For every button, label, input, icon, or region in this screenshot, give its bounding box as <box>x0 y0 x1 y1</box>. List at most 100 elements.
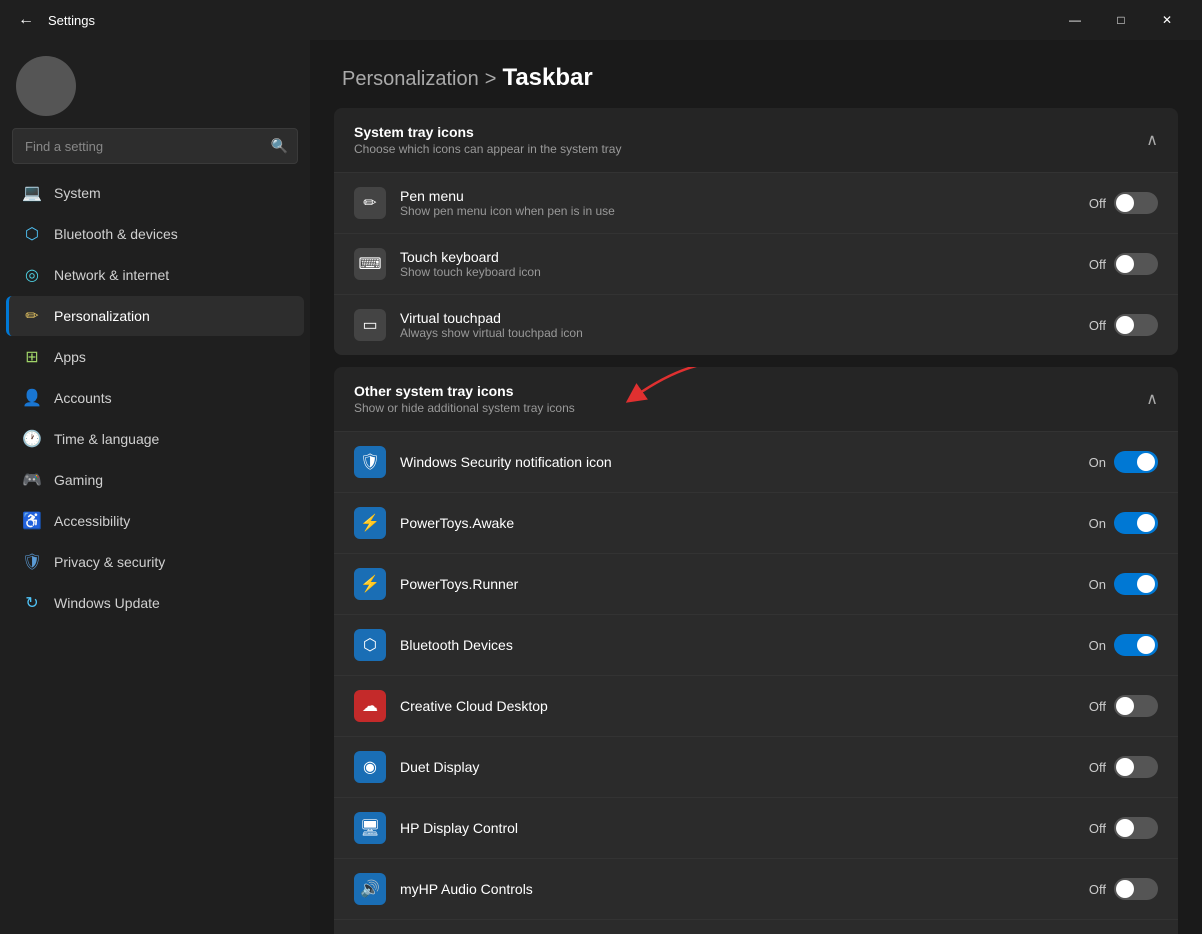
search-box: 🔍 <box>12 128 298 164</box>
toggle-virtual-touchpad[interactable] <box>1114 314 1158 336</box>
maximize-button[interactable]: □ <box>1098 0 1144 40</box>
sidebar-item-bluetooth[interactable]: ⬡ Bluetooth & devices <box>6 214 304 254</box>
nav-label-privacy: Privacy & security <box>54 554 165 570</box>
toggle-pen-menu[interactable] <box>1114 192 1158 214</box>
toggle-thumb-touch-keyboard <box>1116 255 1134 273</box>
nav-label-update: Windows Update <box>54 595 160 611</box>
setting-desc-touch-keyboard: Show touch keyboard icon <box>400 265 1075 279</box>
sidebar-item-update[interactable]: ↻ Windows Update <box>6 583 304 623</box>
setting-row-windows-security: 🛡 Windows Security notification icon On <box>334 431 1178 492</box>
toggle-thumb-creative-cloud <box>1116 697 1134 715</box>
section-title-system-tray-icons: System tray icons <box>354 124 621 140</box>
avatar <box>16 56 76 116</box>
section-header-system-tray-icons[interactable]: System tray icons Choose which icons can… <box>334 108 1178 172</box>
toggle-thumb-hp-display <box>1116 819 1134 837</box>
toggle-windows-security[interactable] <box>1114 451 1158 473</box>
window-controls: — □ ✕ <box>1052 0 1190 40</box>
setting-name-powertoys-runner: PowerToys.Runner <box>400 576 1075 592</box>
title-bar: ← Settings — □ ✕ <box>0 0 1202 40</box>
nav-icon-accessibility: ♿ <box>22 511 42 531</box>
close-button[interactable]: ✕ <box>1144 0 1190 40</box>
setting-name-virtual-touchpad: Virtual touchpad <box>400 310 1075 326</box>
collapse-icon-system-tray-icons: ∧ <box>1146 130 1158 150</box>
toggle-powertoys-runner[interactable] <box>1114 573 1158 595</box>
minimize-button[interactable]: — <box>1052 0 1098 40</box>
section-desc-system-tray-icons: Choose which icons can appear in the sys… <box>354 142 621 156</box>
sidebar-item-accounts[interactable]: 👤 Accounts <box>6 378 304 418</box>
toggle-hp-display[interactable] <box>1114 817 1158 839</box>
section-header-other-system-tray[interactable]: Other system tray icons Show or hide add… <box>334 367 1178 431</box>
sidebar: 🔍 💻 System ⬡ Bluetooth & devices ◎ Netwo… <box>0 40 310 934</box>
nav-icon-bluetooth: ⬡ <box>22 224 42 244</box>
toggle-thumb-pen-menu <box>1116 194 1134 212</box>
setting-icon-touch-keyboard: ⌨ <box>354 248 386 280</box>
setting-row-myhp-audio: 🔊 myHP Audio Controls Off <box>334 858 1178 919</box>
setting-name-touch-keyboard: Touch keyboard <box>400 249 1075 265</box>
setting-row-creative-cloud: ☁ Creative Cloud Desktop Off <box>334 675 1178 736</box>
toggle-thumb-powertoys-awake <box>1137 514 1155 532</box>
nav-label-accessibility: Accessibility <box>54 513 130 529</box>
toggle-touch-keyboard[interactable] <box>1114 253 1158 275</box>
back-button[interactable]: ← <box>12 6 40 34</box>
sections-container: System tray icons Choose which icons can… <box>310 108 1202 934</box>
toggle-creative-cloud[interactable] <box>1114 695 1158 717</box>
toggle-label-myhp-audio: Off <box>1089 882 1106 897</box>
toggle-label-bluetooth-devices: On <box>1089 638 1106 653</box>
sidebar-item-apps[interactable]: ⊞ Apps <box>6 337 304 377</box>
setting-icon-virtual-touchpad: ▭ <box>354 309 386 341</box>
toggle-thumb-windows-security <box>1137 453 1155 471</box>
nav-label-time: Time & language <box>54 431 159 447</box>
toggle-label-pen-menu: Off <box>1089 196 1106 211</box>
sidebar-item-personalization[interactable]: ✏ Personalization <box>6 296 304 336</box>
toggle-duet-display[interactable] <box>1114 756 1158 778</box>
nav-icon-network: ◎ <box>22 265 42 285</box>
setting-row-bluetooth-devices: ⬡ Bluetooth Devices On <box>334 614 1178 675</box>
nav-icon-system: 💻 <box>22 183 42 203</box>
nav-label-personalization: Personalization <box>54 308 150 324</box>
toggle-thumb-duet-display <box>1116 758 1134 776</box>
setting-icon-pen-menu: ✏ <box>354 187 386 219</box>
setting-name-hp-display: HP Display Control <box>400 820 1075 836</box>
sidebar-item-privacy[interactable]: 🛡 Privacy & security <box>6 542 304 582</box>
setting-name-windows-security: Windows Security notification icon <box>400 454 1075 470</box>
nav-label-apps: Apps <box>54 349 86 365</box>
sidebar-item-network[interactable]: ◎ Network & internet <box>6 255 304 295</box>
toggle-bluetooth-devices[interactable] <box>1114 634 1158 656</box>
breadcrumb-parent: Personalization <box>342 68 479 91</box>
nav-label-accounts: Accounts <box>54 390 112 406</box>
sidebar-item-system[interactable]: 💻 System <box>6 173 304 213</box>
setting-row-touch-keyboard: ⌨ Touch keyboard Show touch keyboard ico… <box>334 233 1178 294</box>
setting-name-duet-display: Duet Display <box>400 759 1075 775</box>
nav-icon-time: 🕐 <box>22 429 42 449</box>
setting-icon-myhp-audio: 🔊 <box>354 873 386 905</box>
toggle-label-powertoys-awake: On <box>1089 516 1106 531</box>
sidebar-item-accessibility[interactable]: ♿ Accessibility <box>6 501 304 541</box>
setting-row-pen-menu: ✏ Pen menu Show pen menu icon when pen i… <box>334 172 1178 233</box>
page-header: Personalization > Taskbar <box>310 40 1202 108</box>
toggle-myhp-audio[interactable] <box>1114 878 1158 900</box>
nav-label-gaming: Gaming <box>54 472 103 488</box>
setting-name-powertoys-awake: PowerToys.Awake <box>400 515 1075 531</box>
setting-row-duet-display: ◉ Duet Display Off <box>334 736 1178 797</box>
setting-name-pen-menu: Pen menu <box>400 188 1075 204</box>
sidebar-item-gaming[interactable]: 🎮 Gaming <box>6 460 304 500</box>
collapse-icon-other-system-tray: ∧ <box>1146 389 1158 409</box>
search-input[interactable] <box>12 128 298 164</box>
setting-name-creative-cloud: Creative Cloud Desktop <box>400 698 1075 714</box>
toggle-label-duet-display: Off <box>1089 760 1106 775</box>
setting-name-bluetooth-devices: Bluetooth Devices <box>400 637 1075 653</box>
setting-row-virtual-touchpad: ▭ Virtual touchpad Always show virtual t… <box>334 294 1178 355</box>
section-other-system-tray: Other system tray icons Show or hide add… <box>334 367 1178 934</box>
toggle-label-touch-keyboard: Off <box>1089 257 1106 272</box>
setting-name-myhp-audio: myHP Audio Controls <box>400 881 1075 897</box>
toggle-label-hp-display: Off <box>1089 821 1106 836</box>
main-content: Personalization > Taskbar System tray ic… <box>310 40 1202 934</box>
toggle-label-powertoys-runner: On <box>1089 577 1106 592</box>
section-title-other-system-tray: Other system tray icons <box>354 383 575 399</box>
toggle-thumb-myhp-audio <box>1116 880 1134 898</box>
sidebar-item-time[interactable]: 🕐 Time & language <box>6 419 304 459</box>
toggle-label-creative-cloud: Off <box>1089 699 1106 714</box>
toggle-thumb-powertoys-runner <box>1137 575 1155 593</box>
setting-row-slack: # Slack Off <box>334 919 1178 934</box>
toggle-powertoys-awake[interactable] <box>1114 512 1158 534</box>
